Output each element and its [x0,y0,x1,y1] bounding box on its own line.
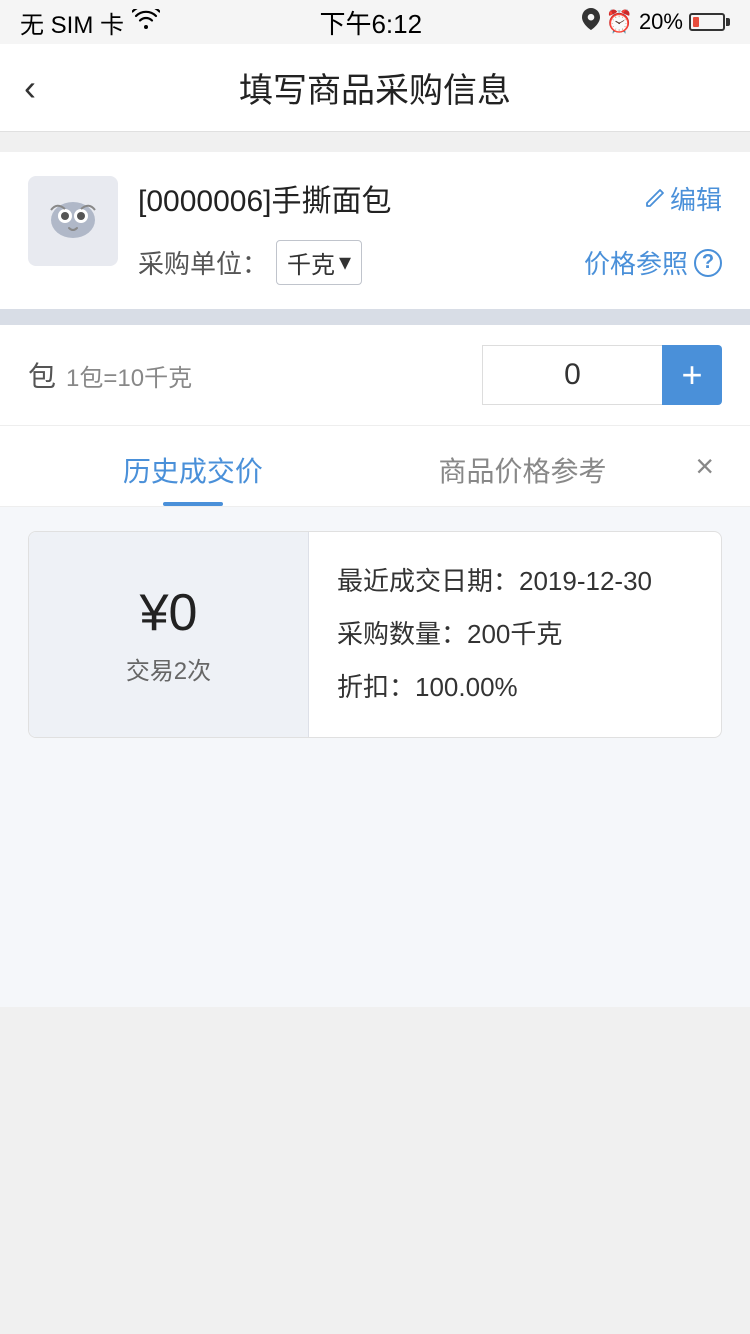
quantity-input[interactable]: 0 [482,345,662,405]
section-divider [0,309,750,325]
page-title: 填写商品采购信息 [239,63,511,112]
unit-select[interactable]: 千克 ▾ [276,240,362,285]
discount-value: 100.00% [415,672,518,702]
recent-date-label: 最近成交日期： [337,566,519,596]
quantity-plus-button[interactable]: + [662,345,722,405]
sim-status: 无 SIM 卡 [20,5,124,40]
edit-button[interactable]: 编辑 [644,180,722,217]
price-reference-button[interactable]: 价格参照 ? [584,244,722,281]
history-card: ¥0 交易2次 最近成交日期：2019-12-30 采购数量：200千克 折扣：… [28,531,722,738]
tab-price-reference[interactable]: 商品价格参考 [358,426,688,506]
wifi-icon [132,8,160,36]
discount-label: 折扣： [337,672,415,702]
location-icon [582,8,600,36]
quantity-unit-badge: 包 [28,355,56,395]
product-card: [0000006]手撕面包 编辑 采购单位： 千克 ▾ 价格 [0,152,750,309]
battery-icon [689,13,730,31]
product-name: [0000006]手撕面包 [138,176,391,220]
purchase-quantity-label: 采购数量： [337,619,467,649]
quantity-row: 包 1包=10千克 0 + [0,325,750,426]
tab-history[interactable]: 历史成交价 [28,426,358,506]
unit-value: 千克 [287,245,335,280]
quantity-value: 0 [564,358,581,392]
tabs-bar: 历史成交价 商品价格参考 × [0,426,750,507]
price-ref-label: 价格参照 [584,244,688,281]
recent-date-row: 最近成交日期：2019-12-30 [337,562,693,601]
product-thumbnail [28,176,118,266]
purchase-quantity-row: 采购数量：200千克 [337,615,693,654]
tab-close-button[interactable]: × [687,440,722,493]
nav-bar: ‹ 填写商品采购信息 [0,44,750,132]
purchase-quantity-value: 200千克 [467,619,562,649]
alarm-icon: ⏰ [606,9,633,35]
status-bar: 无 SIM 卡 下午6:12 ⏰ 20% [0,0,750,44]
status-left: 无 SIM 卡 [20,5,160,40]
history-price-panel: ¥0 交易2次 [29,532,309,737]
recent-date-value: 2019-12-30 [519,566,652,596]
quantity-controls: 0 + [482,345,722,405]
product-info: [0000006]手撕面包 编辑 采购单位： 千克 ▾ 价格 [138,176,722,285]
back-button[interactable]: ‹ [24,67,36,109]
product-logo-icon [43,192,103,251]
history-price-value: ¥0 [140,583,198,643]
discount-row: 折扣：100.00% [337,668,693,707]
status-right: ⏰ 20% [582,8,730,36]
battery-percent: 20% [639,9,683,35]
history-section: ¥0 交易2次 最近成交日期：2019-12-30 采购数量：200千克 折扣：… [0,507,750,1007]
history-details-panel: 最近成交日期：2019-12-30 采购数量：200千克 折扣：100.00% [309,532,721,737]
unit-label: 采购单位： [138,244,268,281]
info-icon: ? [694,249,722,277]
status-time: 下午6:12 [319,4,422,41]
unit-dropdown-arrow-icon: ▾ [339,248,351,277]
history-trades-count: 交易2次 [126,651,211,686]
unit-conversion-text: 1包=10千克 [66,358,192,393]
